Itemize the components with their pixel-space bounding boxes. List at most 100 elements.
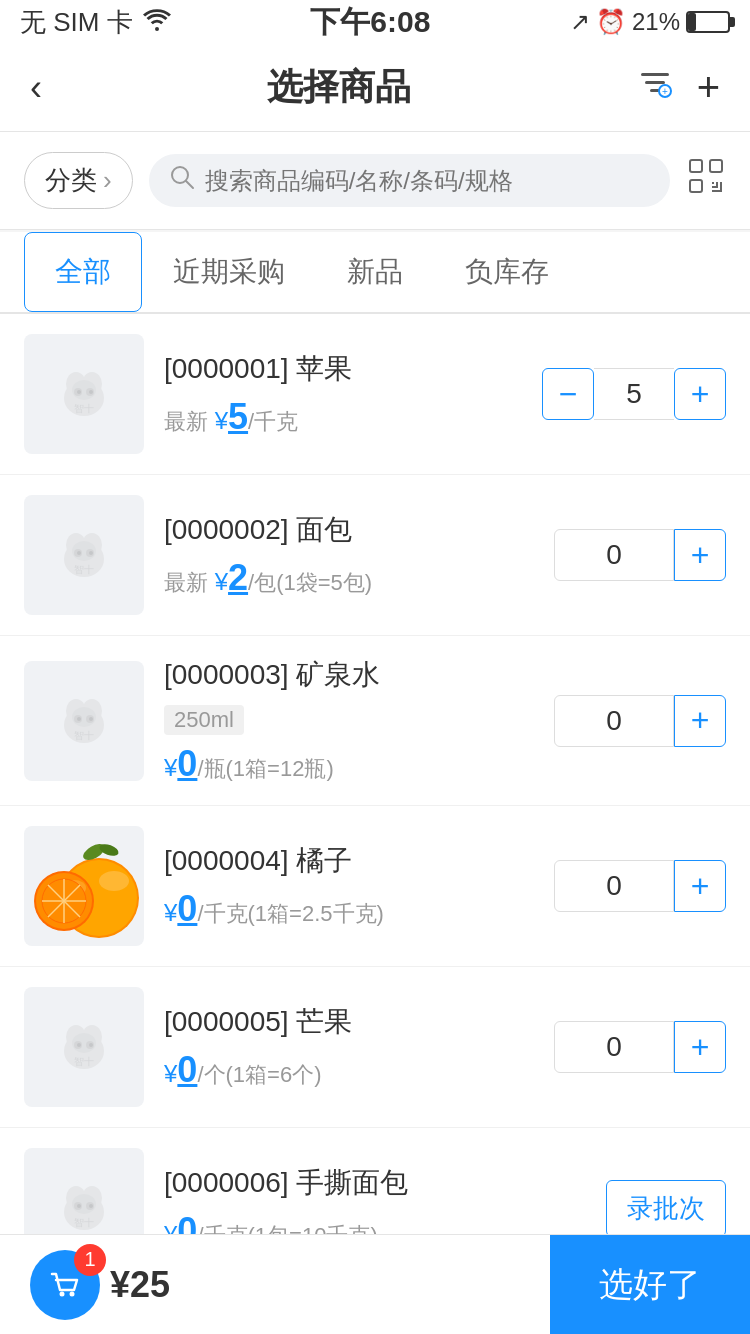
nav-left: ‹ xyxy=(30,67,42,109)
price-label: 最新 xyxy=(164,570,208,595)
product-info: [0000005] 芒果 ¥0/个(1箱=6个) xyxy=(164,1003,534,1091)
back-button[interactable]: ‹ xyxy=(30,67,42,109)
nav-bar: ‹ 选择商品 + + xyxy=(0,44,750,132)
price-num: 0 xyxy=(177,1049,197,1090)
product-image: 智十 xyxy=(24,661,144,781)
svg-point-30 xyxy=(77,551,81,555)
chevron-right-icon: › xyxy=(103,165,112,196)
svg-text:智十: 智十 xyxy=(74,1056,94,1067)
list-item: 智十 [0000005] 芒果 ¥0/个(1箱=6个) + xyxy=(0,967,750,1128)
svg-text:智十: 智十 xyxy=(74,730,94,741)
category-button[interactable]: 分类 › xyxy=(24,152,133,209)
location-icon: ↗ xyxy=(570,8,590,36)
price-num: 0 xyxy=(177,888,197,929)
svg-rect-0 xyxy=(641,73,669,76)
product-list: 智十 [0000001] 苹果 最新 ¥5/千克 − + 智十 [0000002… xyxy=(0,314,750,1334)
svg-point-22 xyxy=(89,390,93,394)
category-label: 分类 xyxy=(45,163,97,198)
wifi-icon xyxy=(143,7,171,38)
product-info: [0000003] 矿泉水 250ml ¥0/瓶(1箱=12瓶) xyxy=(164,656,534,785)
cart-area: 1 ¥25 xyxy=(0,1250,550,1320)
product-name: [0000005] 芒果 xyxy=(164,1003,534,1041)
svg-text:智十: 智十 xyxy=(74,564,94,575)
product-price: ¥0/千克(1箱=2.5千克) xyxy=(164,888,534,930)
cart-total: ¥25 xyxy=(110,1264,170,1306)
carrier-label: 无 SIM 卡 xyxy=(20,5,133,40)
price-num: 2 xyxy=(228,557,248,598)
quantity-input[interactable] xyxy=(554,529,674,581)
product-name: [0000001] 苹果 xyxy=(164,350,522,388)
svg-rect-8 xyxy=(710,160,722,172)
quantity-input[interactable] xyxy=(554,1021,674,1073)
scan-icon[interactable] xyxy=(686,156,726,205)
quantity-input[interactable] xyxy=(554,695,674,747)
quantity-input[interactable] xyxy=(594,368,674,420)
list-item: [0000004] 橘子 ¥0/千克(1箱=2.5千克) + xyxy=(0,806,750,967)
status-time: 下午6:08 xyxy=(310,2,430,43)
price-num: 0 xyxy=(177,743,197,784)
search-box xyxy=(149,154,670,207)
product-info: [0000001] 苹果 最新 ¥5/千克 xyxy=(164,350,522,438)
svg-point-61 xyxy=(77,1043,81,1047)
quantity-input[interactable] xyxy=(554,860,674,912)
quantity-control: + xyxy=(554,695,726,747)
product-name: [0000003] 矿泉水 xyxy=(164,656,534,694)
list-item: 智十 [0000001] 苹果 最新 ¥5/千克 − + xyxy=(0,314,750,475)
svg-point-44 xyxy=(99,871,129,891)
search-input[interactable] xyxy=(205,167,650,195)
page-title: 选择商品 xyxy=(267,63,411,112)
quantity-control: + xyxy=(554,860,726,912)
product-price: 最新 ¥5/千克 xyxy=(164,396,522,438)
product-price: ¥0/瓶(1箱=12瓶) xyxy=(164,743,534,785)
tab-negative-label: 负库存 xyxy=(465,256,549,287)
bottom-bar: 1 ¥25 选好了 xyxy=(0,1234,750,1334)
increase-button[interactable]: + xyxy=(674,860,726,912)
svg-point-21 xyxy=(77,390,81,394)
quantity-control: + xyxy=(554,1021,726,1073)
svg-point-70 xyxy=(77,1204,81,1208)
svg-rect-12 xyxy=(712,186,718,188)
tab-recent[interactable]: 近期采购 xyxy=(142,232,316,312)
svg-point-71 xyxy=(89,1204,93,1208)
price-unit: /瓶 xyxy=(197,756,225,781)
list-item: 智十 [0000002] 面包 最新 ¥2/包(1袋=5包) + xyxy=(0,475,750,636)
price-unit: /千克 xyxy=(197,901,247,926)
product-image: 智十 xyxy=(24,334,144,454)
product-name: [0000006] 手撕面包 xyxy=(164,1164,586,1202)
price-unit: /包 xyxy=(248,570,276,595)
svg-text:智十: 智十 xyxy=(74,403,94,414)
add-button[interactable]: + xyxy=(697,65,720,110)
increase-button[interactable]: + xyxy=(674,1021,726,1073)
tab-new-label: 新品 xyxy=(347,256,403,287)
tab-all[interactable]: 全部 xyxy=(24,232,142,312)
nav-right: + + xyxy=(637,65,720,110)
svg-rect-14 xyxy=(712,190,722,192)
status-bar: 无 SIM 卡 下午6:08 ↗ ⏰ 21% xyxy=(0,0,750,44)
cart-button[interactable]: 1 xyxy=(30,1250,100,1320)
product-image: 智十 xyxy=(24,495,144,615)
product-image: 智十 xyxy=(24,987,144,1107)
filter-icon[interactable]: + xyxy=(637,65,673,110)
svg-rect-7 xyxy=(690,160,702,172)
price-label: 最新 xyxy=(164,409,208,434)
status-right: ↗ ⏰ 21% xyxy=(570,8,730,36)
increase-button[interactable]: + xyxy=(674,529,726,581)
tab-new[interactable]: 新品 xyxy=(316,232,434,312)
product-price: 最新 ¥2/包(1袋=5包) xyxy=(164,557,534,599)
svg-rect-10 xyxy=(712,182,714,184)
tab-all-label: 全部 xyxy=(55,256,111,287)
product-spec: 250ml xyxy=(164,705,244,735)
price-unit: /个 xyxy=(197,1062,225,1087)
quantity-control: − + xyxy=(542,368,726,420)
tab-negative[interactable]: 负库存 xyxy=(434,232,580,312)
product-name: [0000004] 橘子 xyxy=(164,842,534,880)
product-name: [0000002] 面包 xyxy=(164,511,534,549)
increase-button[interactable]: + xyxy=(674,368,726,420)
decrease-button[interactable]: − xyxy=(542,368,594,420)
battery-percent: 21% xyxy=(632,8,680,36)
confirm-button[interactable]: 选好了 xyxy=(550,1235,750,1335)
batch-button[interactable]: 录批次 xyxy=(606,1180,726,1237)
svg-text:+: + xyxy=(662,86,668,97)
search-icon xyxy=(169,164,195,197)
increase-button[interactable]: + xyxy=(674,695,726,747)
